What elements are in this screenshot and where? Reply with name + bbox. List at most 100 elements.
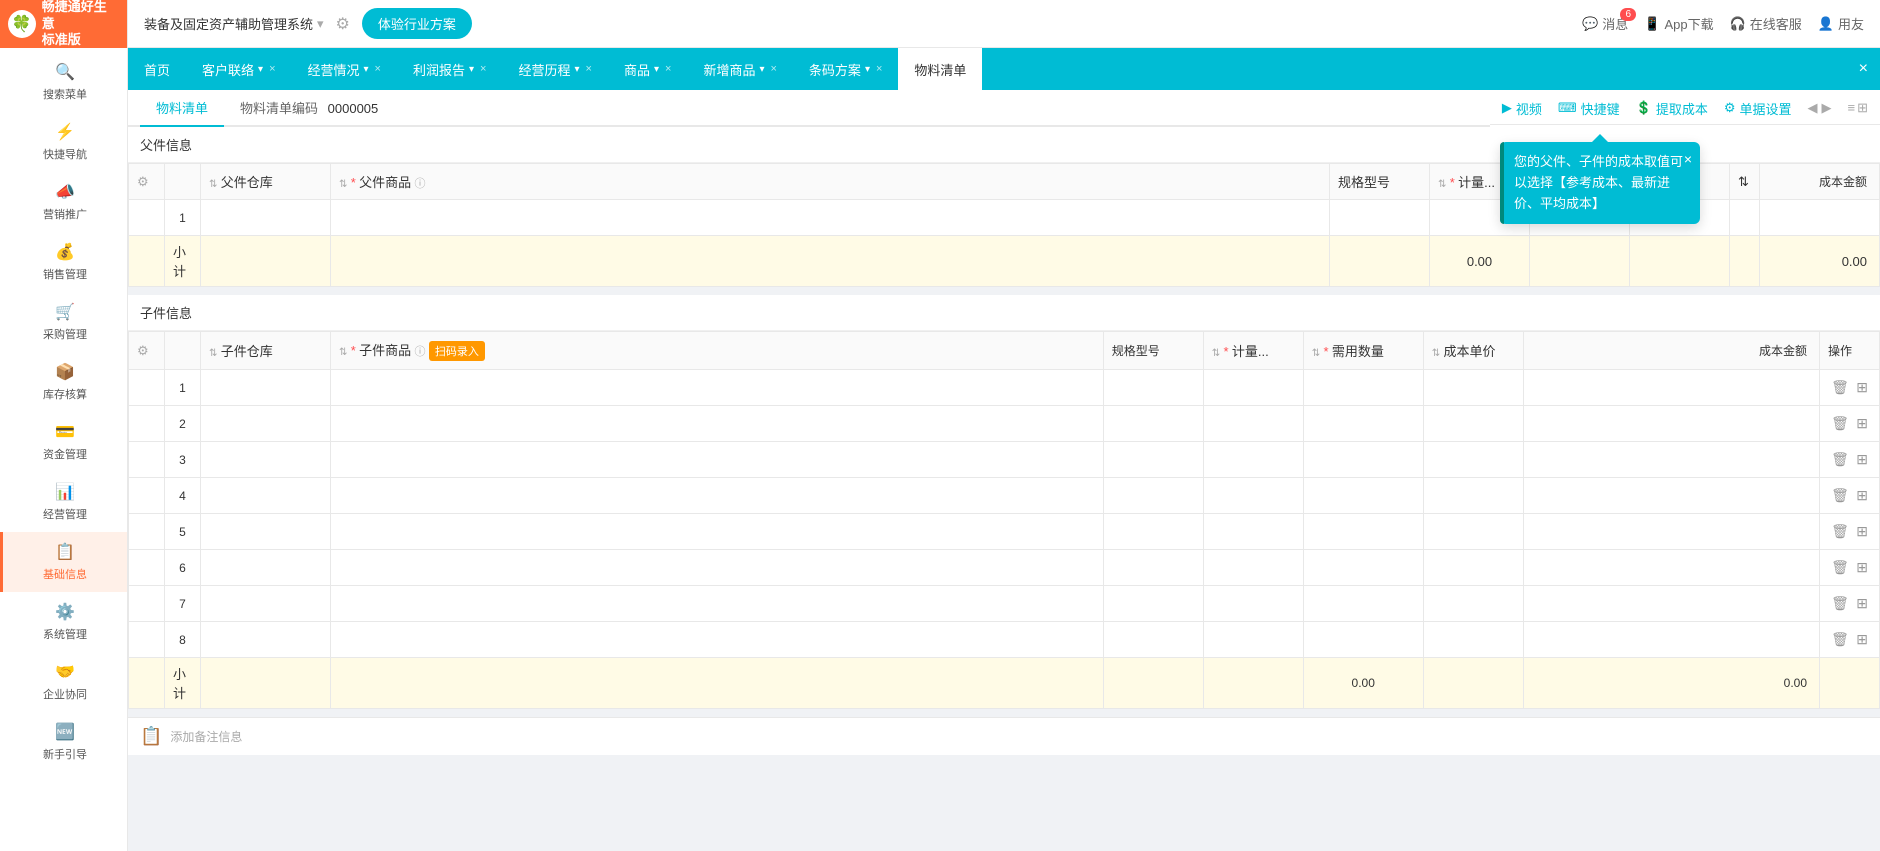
child-unit-price-cell[interactable] xyxy=(1423,586,1523,622)
child-warehouse-cell[interactable] xyxy=(201,406,331,442)
child-unit-cell[interactable] xyxy=(1203,442,1303,478)
delete-icon[interactable]: 🗑 xyxy=(1831,523,1849,539)
message-action[interactable]: 💬 消息 6 xyxy=(1582,14,1628,33)
page-tab-bom-list[interactable]: 物料清单 xyxy=(140,90,224,127)
sidebar-item-marketing[interactable]: 📣 营销推广 xyxy=(0,172,127,232)
child-spec-cell[interactable] xyxy=(1103,442,1203,478)
delete-icon[interactable]: 🗑 xyxy=(1831,487,1849,503)
copy-icon[interactable]: ⊞ xyxy=(1856,559,1868,575)
delete-icon[interactable]: 🗑 xyxy=(1831,451,1849,467)
sidebar-item-search[interactable]: 🔍 搜索菜单 xyxy=(0,52,127,112)
sidebar-item-operations[interactable]: 📊 经营管理 xyxy=(0,472,127,532)
sidebar-item-system[interactable]: ⚙️ 系统管理 xyxy=(0,592,127,652)
parent-goods-cell[interactable] xyxy=(331,200,1330,236)
child-warehouse-cell[interactable] xyxy=(201,622,331,658)
child-goods-cell[interactable] xyxy=(331,442,1104,478)
child-warehouse-cell[interactable] xyxy=(201,478,331,514)
child-unit-cell[interactable] xyxy=(1203,406,1303,442)
copy-icon[interactable]: ⊞ xyxy=(1856,487,1868,503)
delete-icon[interactable]: 🗑 xyxy=(1831,415,1849,431)
child-goods-cell[interactable] xyxy=(331,406,1104,442)
add-row-icon[interactable]: 📋 xyxy=(140,726,162,747)
copy-icon[interactable]: ⊞ xyxy=(1856,379,1868,395)
parent-warehouse-cell[interactable] xyxy=(201,200,331,236)
sidebar-item-inventory[interactable]: 📦 库存核算 xyxy=(0,352,127,412)
delete-icon[interactable]: 🗑 xyxy=(1831,559,1849,575)
tab-customer[interactable]: 客户联络 ▾ × xyxy=(186,48,291,90)
try-button[interactable]: 体验行业方案 xyxy=(362,8,472,39)
child-qty-cell[interactable] xyxy=(1303,406,1423,442)
copy-icon[interactable]: ⊞ xyxy=(1856,631,1868,647)
delete-icon[interactable]: 🗑 xyxy=(1831,379,1849,395)
system-title-wrapper[interactable]: 装备及固定资产辅助管理系统 ▾ xyxy=(144,14,324,33)
child-spec-cell[interactable] xyxy=(1103,406,1203,442)
app-download-action[interactable]: 📱 App下载 xyxy=(1644,14,1713,33)
close-icon[interactable]: × xyxy=(586,63,592,75)
delete-icon[interactable]: 🗑 xyxy=(1831,595,1849,611)
child-warehouse-cell[interactable] xyxy=(201,550,331,586)
child-goods-cell[interactable] xyxy=(331,478,1104,514)
child-unit-cell[interactable] xyxy=(1203,514,1303,550)
copy-icon[interactable]: ⊞ xyxy=(1856,595,1868,611)
tab-profit[interactable]: 利润报告 ▾ × xyxy=(397,48,502,90)
child-spec-cell[interactable] xyxy=(1103,514,1203,550)
child-settings-icon[interactable]: ⚙ xyxy=(137,343,149,358)
close-icon[interactable]: × xyxy=(876,63,882,75)
child-unit-price-cell[interactable] xyxy=(1423,550,1523,586)
parent-spec-cell[interactable] xyxy=(1330,200,1430,236)
child-spec-cell[interactable] xyxy=(1103,622,1203,658)
child-goods-cell[interactable] xyxy=(331,550,1104,586)
scan-button[interactable]: 扫码录入 xyxy=(429,341,485,361)
sidebar-item-purchase[interactable]: 🛒 采购管理 xyxy=(0,292,127,352)
grid-view-icon[interactable]: ⊞ xyxy=(1857,100,1868,116)
child-warehouse-cell[interactable] xyxy=(201,514,331,550)
tab-barcode[interactable]: 条码方案 ▾ × xyxy=(793,48,898,90)
close-icon[interactable]: × xyxy=(269,63,275,75)
child-qty-cell[interactable] xyxy=(1303,442,1423,478)
list-view-icon[interactable]: ≡ xyxy=(1848,100,1856,116)
close-icon[interactable]: × xyxy=(770,63,776,75)
child-unit-price-cell[interactable] xyxy=(1423,478,1523,514)
child-unit-cell[interactable] xyxy=(1203,370,1303,406)
tab-new-goods[interactable]: 新增商品 ▾ × xyxy=(687,48,792,90)
tab-home[interactable]: 首页 xyxy=(128,48,186,90)
sidebar-item-basic[interactable]: 📋 基础信息 xyxy=(0,532,127,592)
child-spec-cell[interactable] xyxy=(1103,586,1203,622)
child-warehouse-cell[interactable] xyxy=(201,442,331,478)
child-unit-price-cell[interactable] xyxy=(1423,370,1523,406)
settings-toolbar-item[interactable]: ⚙ 单据设置 xyxy=(1724,99,1792,118)
child-unit-cell[interactable] xyxy=(1203,586,1303,622)
copy-icon[interactable]: ⊞ xyxy=(1856,523,1868,539)
tab-operation[interactable]: 经营情况 ▾ × xyxy=(292,48,397,90)
sidebar-item-quick-nav[interactable]: ⚡ 快捷导航 xyxy=(0,112,127,172)
child-qty-cell[interactable] xyxy=(1303,370,1423,406)
child-unit-cell[interactable] xyxy=(1203,550,1303,586)
sidebar-item-enterprise[interactable]: 🤝 企业协同 xyxy=(0,652,127,712)
online-service-action[interactable]: 🎧 在线客服 xyxy=(1730,14,1802,33)
child-qty-cell[interactable] xyxy=(1303,478,1423,514)
tab-history[interactable]: 经营历程 ▾ × xyxy=(502,48,607,90)
child-warehouse-cell[interactable] xyxy=(201,370,331,406)
child-unit-price-cell[interactable] xyxy=(1423,514,1523,550)
child-unit-cell[interactable] xyxy=(1203,622,1303,658)
sidebar-item-guide[interactable]: 🆕 新手引导 xyxy=(0,712,127,772)
copy-icon[interactable]: ⊞ xyxy=(1856,415,1868,431)
cost-toolbar-item[interactable]: 💲 提取成本 xyxy=(1636,99,1708,118)
page-tab-bom-detail[interactable]: 物料清单编码 0000005 xyxy=(224,90,394,127)
video-toolbar-item[interactable]: ▶ 视频 xyxy=(1502,99,1542,118)
child-goods-cell[interactable] xyxy=(331,586,1104,622)
child-unit-price-cell[interactable] xyxy=(1423,442,1523,478)
settings-icon[interactable]: ⚙ xyxy=(336,14,350,34)
child-spec-cell[interactable] xyxy=(1103,478,1203,514)
child-spec-cell[interactable] xyxy=(1103,550,1203,586)
child-warehouse-cell[interactable] xyxy=(201,586,331,622)
child-qty-cell[interactable] xyxy=(1303,514,1423,550)
tab-goods[interactable]: 商品 ▾ × xyxy=(608,48,687,90)
next-icon[interactable]: ▶ xyxy=(1822,100,1832,116)
child-qty-cell[interactable] xyxy=(1303,550,1423,586)
settings-icon[interactable]: ⚙ xyxy=(137,174,149,189)
child-goods-cell[interactable] xyxy=(331,622,1104,658)
prev-icon[interactable]: ◀ xyxy=(1808,100,1818,116)
nav-close-button[interactable]: × xyxy=(1847,60,1880,78)
sidebar-item-finance[interactable]: 💳 资金管理 xyxy=(0,412,127,472)
